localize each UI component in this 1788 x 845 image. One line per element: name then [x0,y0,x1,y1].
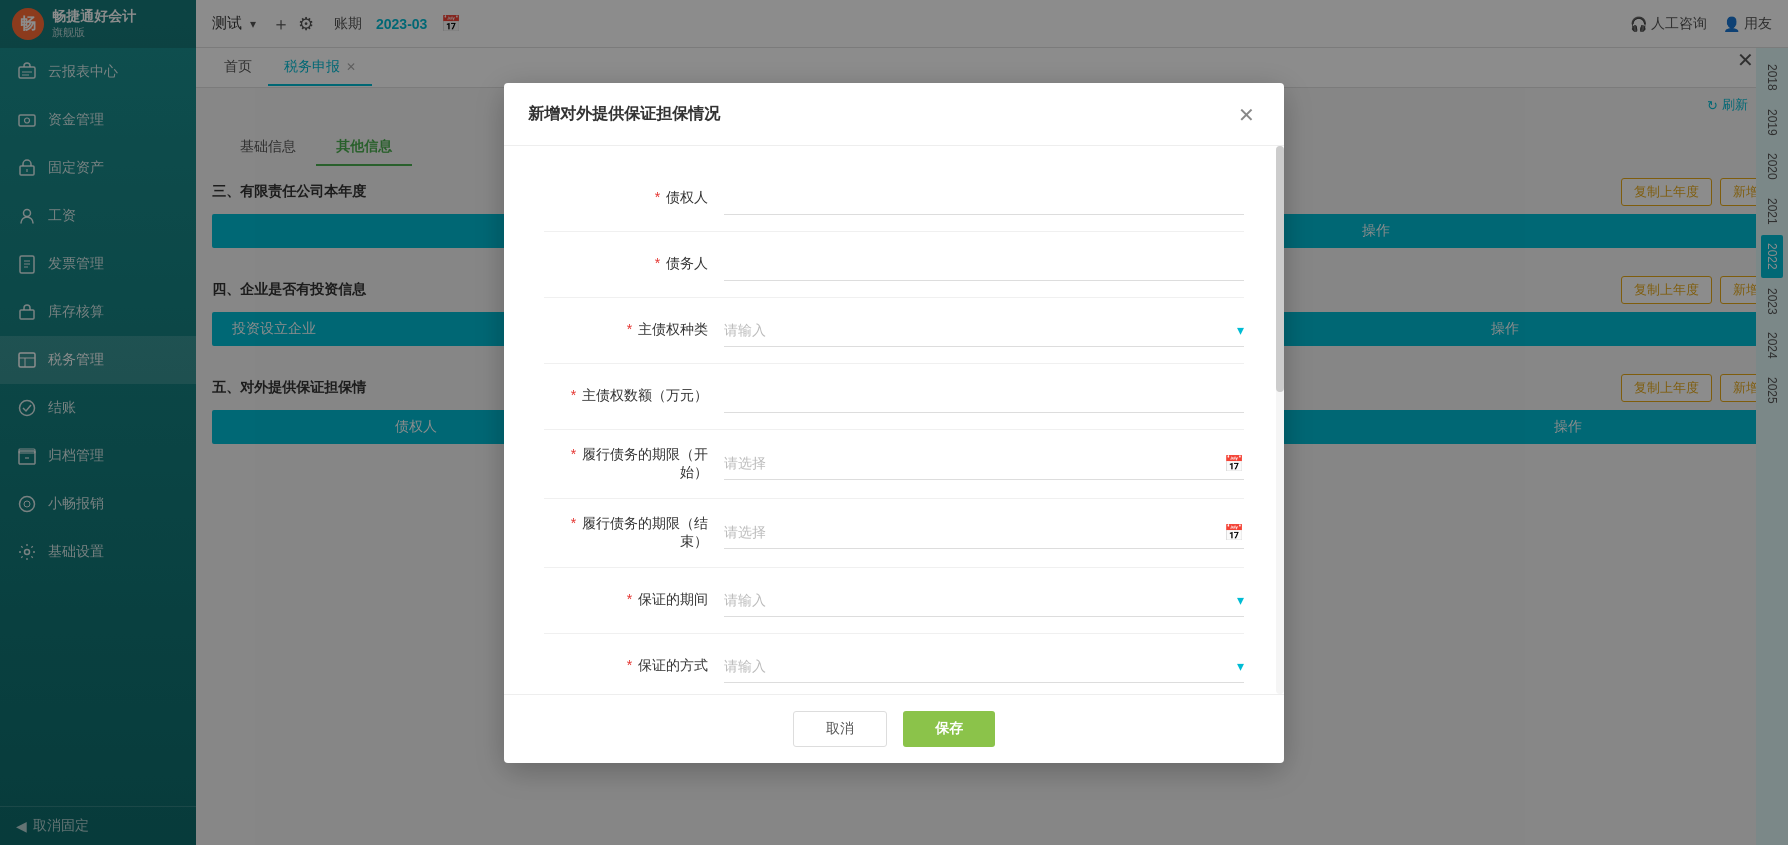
label-debt-amount: * 主债权数额（万元） [544,387,724,405]
field-debt-amount: * 主债权数额（万元） [544,364,1244,430]
required-star-debtor: * [655,255,660,271]
field-period-start: * 履行债务的期限（开始） 📅 [544,430,1244,499]
required-star-period-end: * [571,515,576,531]
field-guarantee-method: * 保证的方式 ▾ [544,634,1244,694]
label-debtor: * 债务人 [544,255,724,273]
label-debtor-text: 债务人 [666,255,708,271]
modal-scrollbar-thumb[interactable] [1276,146,1284,393]
required-star-guarantee-method: * [627,657,632,673]
label-debt-type: * 主债权种类 [544,321,724,339]
input-debtor-wrapper [724,248,1244,281]
field-debtor: * 债务人 [544,232,1244,298]
input-period-start[interactable] [724,451,1224,475]
guarantee-method-dropdown-icon[interactable]: ▾ [1237,658,1244,674]
label-guarantee-period: * 保证的期间 [544,591,724,609]
label-creditor: * 债权人 [544,189,724,207]
label-period-start: * 履行债务的期限（开始） [544,446,724,482]
guarantee-period-dropdown-icon[interactable]: ▾ [1237,592,1244,608]
label-debt-type-text: 主债权种类 [638,321,708,337]
modal-overlay[interactable]: 新增对外提供保证担保情况 ✕ * 债权人 * [0,0,1788,845]
modal-footer: 取消 保存 [504,694,1284,763]
label-debt-amount-text: 主债权数额（万元） [582,387,708,403]
save-button[interactable]: 保存 [903,711,995,747]
required-star-debt-amount: * [571,387,576,403]
modal-title: 新增对外提供保证担保情况 [528,104,720,125]
input-debt-amount[interactable] [724,384,1244,408]
modal-scrollbar-track [1276,146,1284,694]
input-guarantee-period-wrapper[interactable]: ▾ [724,584,1244,617]
cancel-button[interactable]: 取消 [793,711,887,747]
input-debt-amount-wrapper [724,380,1244,413]
input-debt-type-wrapper[interactable]: ▾ [724,314,1244,347]
input-guarantee-method-wrapper[interactable]: ▾ [724,650,1244,683]
required-star-creditor: * [655,189,660,205]
label-guarantee-period-text: 保证的期间 [638,591,708,607]
field-period-end: * 履行债务的期限（结束） 📅 [544,499,1244,568]
label-guarantee-method-text: 保证的方式 [638,657,708,673]
label-guarantee-method: * 保证的方式 [544,657,724,675]
input-creditor-wrapper [724,182,1244,215]
field-guarantee-period: * 保证的期间 ▾ [544,568,1244,634]
label-period-end: * 履行债务的期限（结束） [544,515,724,551]
modal-header: 新增对外提供保证担保情况 ✕ [504,83,1284,146]
input-period-end[interactable] [724,520,1224,544]
period-end-calendar-icon[interactable]: 📅 [1224,523,1244,542]
label-period-end-text: 履行债务的期限（结束） [582,515,708,549]
modal-body: * 债权人 * 债务人 * [504,146,1284,694]
input-period-end-wrapper[interactable]: 📅 [724,516,1244,549]
field-creditor: * 债权人 [544,166,1244,232]
period-start-calendar-icon[interactable]: 📅 [1224,454,1244,473]
input-creditor[interactable] [724,186,1244,210]
label-creditor-text: 债权人 [666,189,708,205]
required-star-debt-type: * [627,321,632,337]
field-debt-type: * 主债权种类 ▾ [544,298,1244,364]
modal-dialog: 新增对外提供保证担保情况 ✕ * 债权人 * [504,83,1284,763]
required-star-period-start: * [571,446,576,462]
modal-close-button[interactable]: ✕ [1232,101,1260,129]
input-period-start-wrapper[interactable]: 📅 [724,447,1244,480]
input-guarantee-period[interactable] [724,588,1237,612]
input-guarantee-method[interactable] [724,654,1237,678]
input-debtor[interactable] [724,252,1244,276]
input-debt-type[interactable] [724,318,1237,342]
debt-type-dropdown-icon[interactable]: ▾ [1237,322,1244,338]
label-period-start-text: 履行债务的期限（开始） [582,446,708,480]
required-star-guarantee-period: * [627,591,632,607]
